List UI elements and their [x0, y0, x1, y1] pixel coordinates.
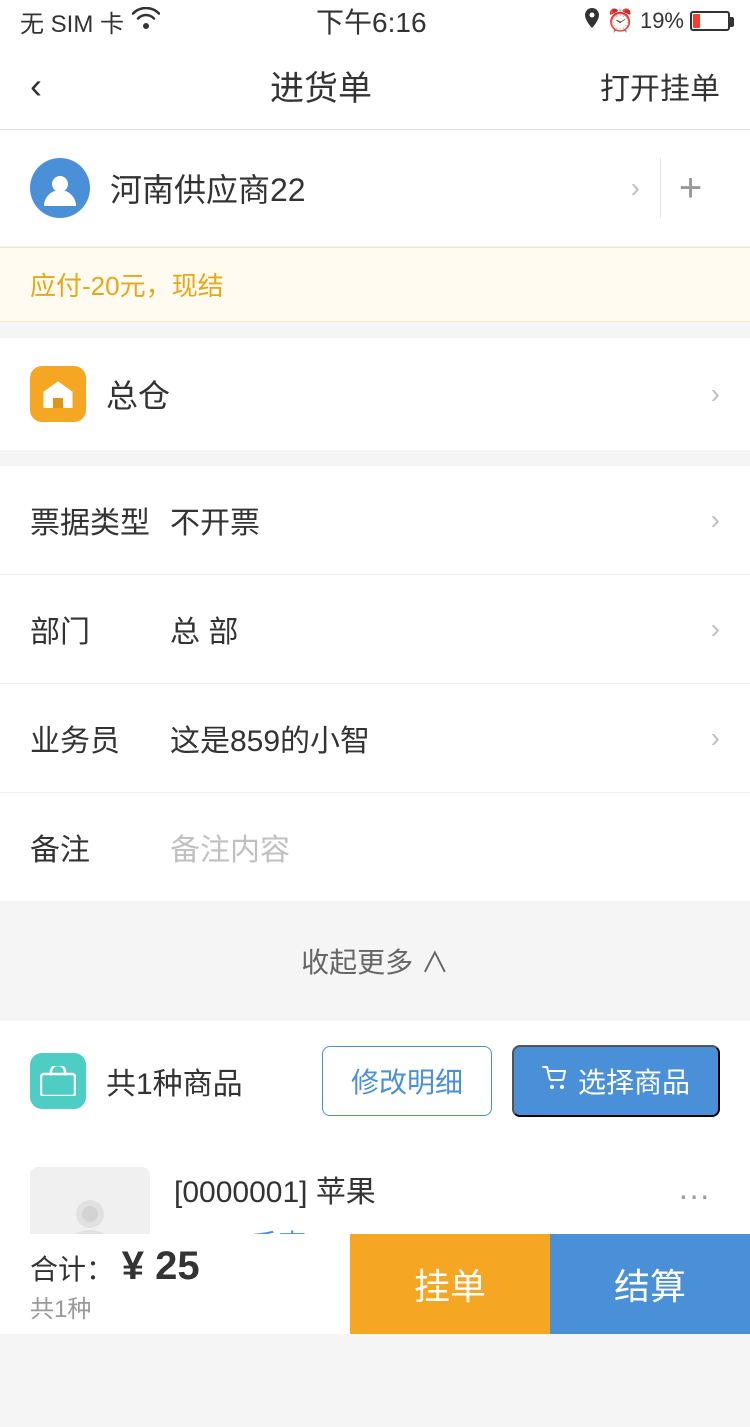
warehouse-section: 总仓 › — [0, 338, 750, 450]
carrier-label: 无 SIM 卡 — [20, 4, 124, 39]
total-amount: ¥ 25 — [122, 1244, 200, 1288]
wifi-icon — [132, 7, 160, 36]
form-section: 票据类型 不开票 › 部门 总 部 › 业务员 这是859的小智 › 备注 备注… — [0, 466, 750, 901]
product-count-text: 共1种商品 — [106, 1059, 302, 1103]
battery-percent: 19% — [640, 8, 684, 34]
department-label: 部门 — [30, 607, 170, 651]
footer-bar: 合计： ¥ 25 共1种 挂单 结算 — [0, 1234, 750, 1334]
supplier-notice: 应付-20元，现结 — [0, 247, 750, 322]
cart-icon — [542, 1065, 570, 1097]
edit-detail-button[interactable]: 修改明细 — [322, 1046, 492, 1116]
alarm-icon: ⏰ — [607, 8, 634, 34]
status-bar: 无 SIM 卡 下午6:16 ⏰ 19% — [0, 0, 750, 42]
remark-input[interactable]: 备注内容 — [170, 825, 720, 869]
salesperson-chevron-icon: › — [711, 722, 720, 754]
product-count-icon — [30, 1053, 86, 1109]
product-title: 苹果 — [316, 1176, 376, 1209]
status-time: 下午6:16 — [316, 1, 427, 41]
page-title: 进货单 — [270, 61, 372, 110]
nav-bar: ‹ 进货单 打开挂单 — [0, 42, 750, 130]
department-value: 总 部 — [170, 607, 711, 651]
salesperson-value: 这是859的小智 — [170, 716, 711, 760]
warehouse-icon — [30, 366, 86, 422]
battery-icon — [690, 11, 730, 31]
location-icon — [583, 7, 601, 35]
remark-label: 备注 — [30, 825, 170, 869]
remark-row[interactable]: 备注 备注内容 — [0, 793, 750, 901]
salesperson-row[interactable]: 业务员 这是859的小智 › — [0, 684, 750, 793]
status-right: ⏰ 19% — [583, 7, 730, 35]
invoice-type-chevron-icon: › — [711, 504, 720, 536]
supplier-avatar — [30, 158, 90, 218]
add-supplier-button[interactable]: + — [660, 158, 720, 218]
footer-total: 合计： ¥ 25 共1种 — [0, 1244, 350, 1324]
department-row[interactable]: 部门 总 部 › — [0, 575, 750, 684]
product-more-button[interactable]: ··· — [668, 1167, 720, 1224]
product-name: [0000001] 苹果 — [174, 1167, 668, 1211]
supplier-row[interactable]: 河南供应商22 › + — [0, 130, 750, 247]
open-hang-button[interactable]: 打开挂单 — [600, 64, 720, 108]
warehouse-name: 总仓 — [106, 371, 711, 417]
supplier-name: 河南供应商22 — [110, 165, 631, 211]
supplier-section: 河南供应商22 › + 应付-20元，现结 — [0, 130, 750, 322]
warehouse-chevron-icon: › — [711, 378, 720, 410]
checkout-button[interactable]: 结算 — [550, 1234, 750, 1334]
supplier-chevron-icon: › — [631, 172, 640, 204]
hang-button[interactable]: 挂单 — [350, 1234, 550, 1334]
warehouse-row[interactable]: 总仓 › — [0, 338, 750, 450]
invoice-type-label: 票据类型 — [30, 498, 170, 542]
product-code: [0000001] — [174, 1176, 307, 1209]
product-header: 共1种商品 修改明细 选择商品 — [0, 1021, 750, 1141]
back-button[interactable]: ‹ — [30, 65, 42, 107]
department-chevron-icon: › — [711, 613, 720, 645]
total-label: 合计： — [30, 1254, 114, 1285]
invoice-type-value: 不开票 — [170, 498, 711, 542]
status-left: 无 SIM 卡 — [20, 4, 160, 39]
invoice-type-row[interactable]: 票据类型 不开票 › — [0, 466, 750, 575]
select-product-button[interactable]: 选择商品 — [512, 1045, 720, 1117]
salesperson-label: 业务员 — [30, 716, 170, 760]
collapse-button[interactable]: 收起更多 ∧ — [0, 917, 750, 1005]
total-sub: 共1种 — [30, 1289, 320, 1324]
select-product-label: 选择商品 — [578, 1061, 690, 1101]
